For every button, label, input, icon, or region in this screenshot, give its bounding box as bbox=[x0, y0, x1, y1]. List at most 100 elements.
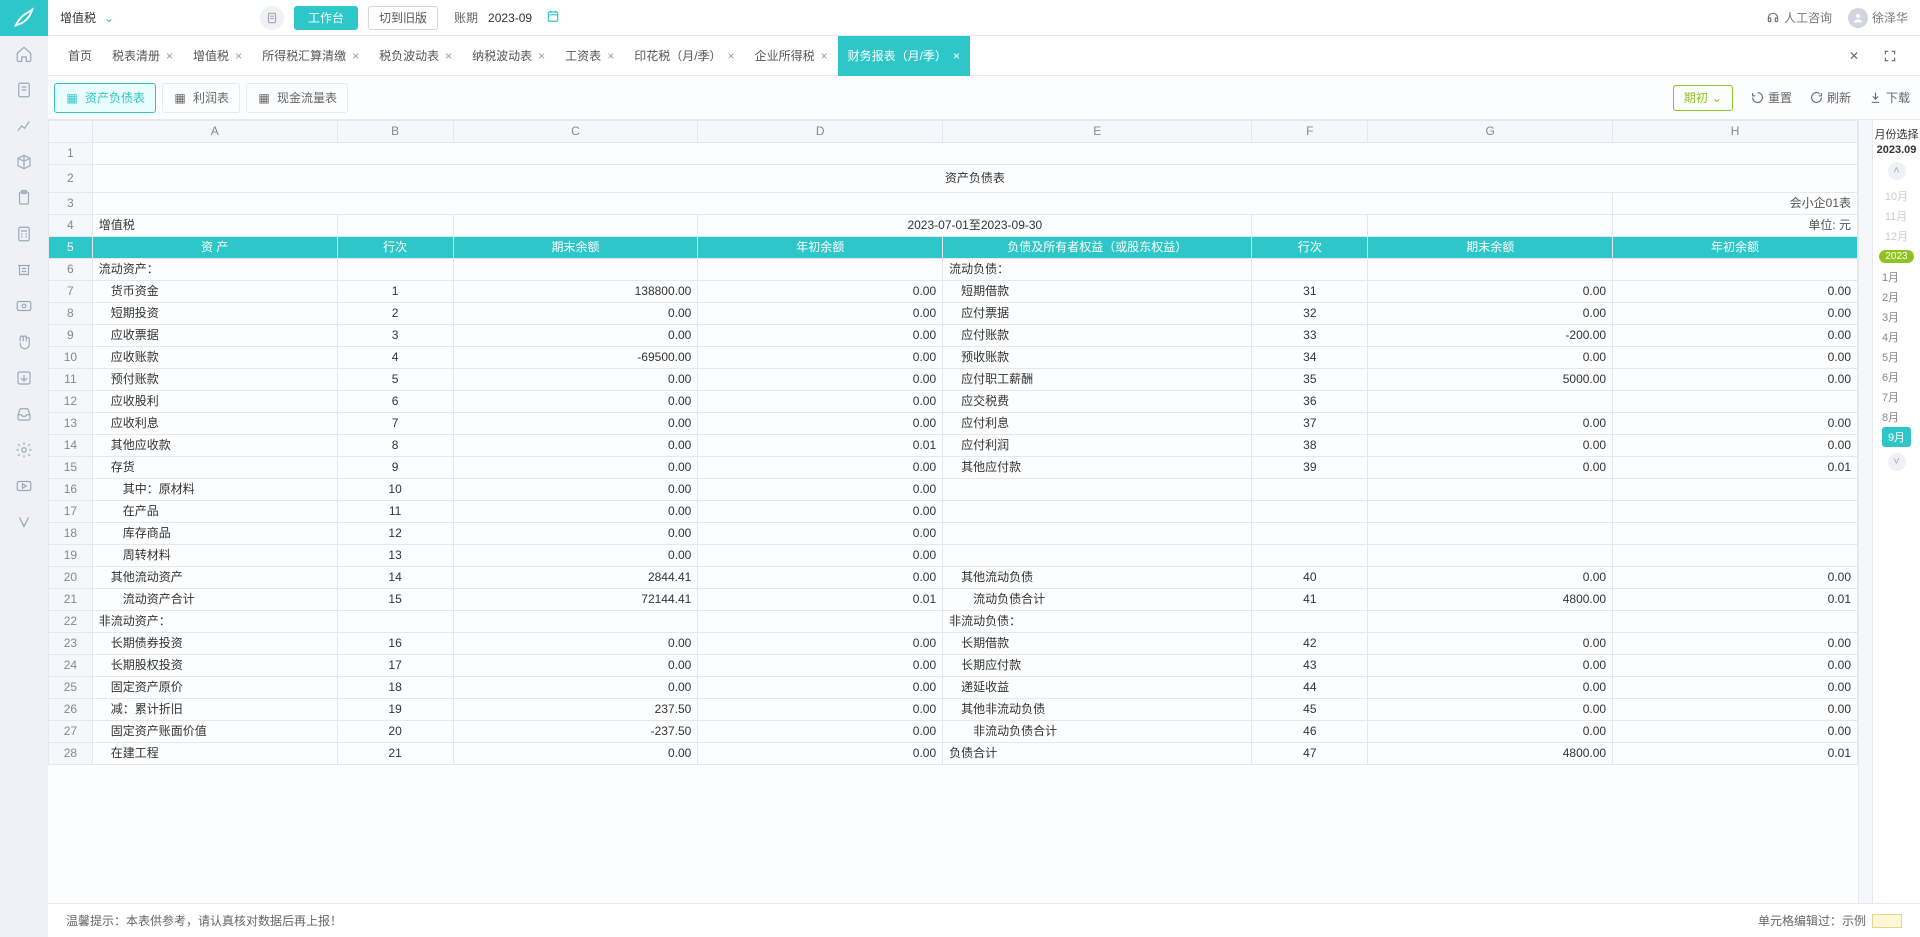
month-option[interactable]: 1月 bbox=[1882, 267, 1911, 287]
nav-money-icon[interactable] bbox=[0, 288, 48, 324]
cell[interactable]: 0.00 bbox=[1613, 413, 1858, 435]
month-down-button[interactable]: ˅ bbox=[1888, 453, 1906, 471]
cell[interactable]: 应交税费 bbox=[943, 391, 1252, 413]
cell[interactable] bbox=[943, 523, 1252, 545]
cell[interactable]: 5 bbox=[337, 369, 453, 391]
cell[interactable]: 44 bbox=[1252, 677, 1368, 699]
cell[interactable]: 0.00 bbox=[698, 545, 943, 567]
cell[interactable]: 20 bbox=[337, 721, 453, 743]
reset-button[interactable]: 重置 bbox=[1751, 89, 1792, 106]
tab-印花税（月/季）[interactable]: 印花税（月/季）× bbox=[624, 36, 744, 76]
row-header[interactable]: 6 bbox=[49, 259, 93, 281]
cell[interactable] bbox=[1252, 259, 1368, 281]
cell[interactable]: 短期借款 bbox=[943, 281, 1252, 303]
cell[interactable] bbox=[1368, 545, 1613, 567]
cell[interactable]: 37 bbox=[1252, 413, 1368, 435]
cell[interactable]: 237.50 bbox=[453, 699, 698, 721]
cell[interactable]: 0.00 bbox=[453, 655, 698, 677]
nav-clipboard-icon[interactable] bbox=[0, 180, 48, 216]
cell[interactable]: 0.00 bbox=[453, 369, 698, 391]
cell[interactable]: 10 bbox=[337, 479, 453, 501]
tab-财务报表（月/季）[interactable]: 财务报表（月/季）× bbox=[838, 36, 970, 76]
cell[interactable]: 非流动资产： bbox=[92, 611, 337, 633]
tab-所得税汇算清缴[interactable]: 所得税汇算清缴× bbox=[252, 36, 369, 76]
cell[interactable]: 3 bbox=[337, 325, 453, 347]
cell[interactable]: 应付账款 bbox=[943, 325, 1252, 347]
cell[interactable]: 0.00 bbox=[1613, 325, 1858, 347]
cell[interactable]: 非流动负债合计 bbox=[943, 721, 1252, 743]
row-header[interactable]: 9 bbox=[49, 325, 93, 347]
cell[interactable]: 流动资产： bbox=[92, 259, 337, 281]
cell[interactable] bbox=[1252, 611, 1368, 633]
cell[interactable]: 存货 bbox=[92, 457, 337, 479]
cell[interactable]: 0.00 bbox=[1368, 721, 1613, 743]
cell[interactable]: 38 bbox=[1252, 435, 1368, 457]
row-header[interactable]: 23 bbox=[49, 633, 93, 655]
row-header[interactable]: 18 bbox=[49, 523, 93, 545]
cell[interactable]: 0.00 bbox=[1613, 699, 1858, 721]
cell[interactable]: 72144.41 bbox=[453, 589, 698, 611]
cell[interactable]: 4800.00 bbox=[1368, 589, 1613, 611]
col-header[interactable]: G bbox=[1368, 121, 1613, 143]
cell[interactable]: 单位: 元 bbox=[1613, 215, 1858, 237]
cell[interactable]: 47 bbox=[1252, 743, 1368, 765]
col-header[interactable]: H bbox=[1613, 121, 1858, 143]
month-option[interactable]: 2月 bbox=[1882, 287, 1911, 307]
month-option[interactable]: 3月 bbox=[1882, 307, 1911, 327]
cell[interactable]: 0.01 bbox=[1613, 743, 1858, 765]
row-header[interactable]: 7 bbox=[49, 281, 93, 303]
nav-v-icon[interactable] bbox=[0, 504, 48, 540]
cell[interactable]: 34 bbox=[1252, 347, 1368, 369]
cell[interactable]: 0.00 bbox=[1613, 369, 1858, 391]
cell[interactable]: 应收利息 bbox=[92, 413, 337, 435]
row-header[interactable]: 13 bbox=[49, 413, 93, 435]
cell[interactable] bbox=[337, 611, 453, 633]
cell[interactable]: 4 bbox=[337, 347, 453, 369]
cell[interactable]: 流动负债： bbox=[943, 259, 1252, 281]
cell[interactable] bbox=[943, 501, 1252, 523]
cell[interactable]: 短期投资 bbox=[92, 303, 337, 325]
cell[interactable]: 36 bbox=[1252, 391, 1368, 413]
cell[interactable]: 长期股权投资 bbox=[92, 655, 337, 677]
cell[interactable]: 0.00 bbox=[1368, 655, 1613, 677]
col-header[interactable]: D bbox=[698, 121, 943, 143]
cell[interactable]: 应付票据 bbox=[943, 303, 1252, 325]
cell[interactable]: 46 bbox=[1252, 721, 1368, 743]
cell[interactable]: 0.00 bbox=[453, 457, 698, 479]
cell[interactable]: 资产负债表 bbox=[92, 165, 1857, 193]
tab-工资表[interactable]: 工资表× bbox=[555, 36, 624, 76]
cell[interactable]: 其他应收款 bbox=[92, 435, 337, 457]
close-all-button[interactable]: ✕ bbox=[1840, 42, 1868, 70]
row-header[interactable]: 25 bbox=[49, 677, 93, 699]
cell[interactable]: 1 bbox=[337, 281, 453, 303]
cell[interactable]: 其他流动负债 bbox=[943, 567, 1252, 589]
cell[interactable]: 0.00 bbox=[1368, 413, 1613, 435]
cell[interactable]: 应付职工薪酬 bbox=[943, 369, 1252, 391]
close-icon[interactable]: × bbox=[166, 49, 173, 63]
col-header[interactable]: E bbox=[943, 121, 1252, 143]
cell[interactable]: 0.00 bbox=[1613, 303, 1858, 325]
cell[interactable]: 138800.00 bbox=[453, 281, 698, 303]
close-icon[interactable]: × bbox=[728, 49, 735, 63]
month-option[interactable]: 11月 bbox=[1885, 206, 1908, 226]
cell[interactable]: 21 bbox=[337, 743, 453, 765]
cell[interactable]: 0.00 bbox=[698, 699, 943, 721]
cell[interactable]: 0.00 bbox=[1368, 435, 1613, 457]
tab-税表清册[interactable]: 税表清册× bbox=[102, 36, 183, 76]
cell[interactable]: 其中：原材料 bbox=[92, 479, 337, 501]
cell[interactable] bbox=[698, 611, 943, 633]
cell[interactable]: 非流动负债： bbox=[943, 611, 1252, 633]
row-header[interactable]: 27 bbox=[49, 721, 93, 743]
cell[interactable]: 长期应付款 bbox=[943, 655, 1252, 677]
cell[interactable]: 40 bbox=[1252, 567, 1368, 589]
nav-settings-icon[interactable] bbox=[0, 432, 48, 468]
month-option[interactable]: 10月 bbox=[1885, 186, 1908, 206]
cell[interactable] bbox=[943, 479, 1252, 501]
row-header[interactable]: 10 bbox=[49, 347, 93, 369]
cell[interactable]: 0.00 bbox=[1613, 435, 1858, 457]
cell[interactable]: 负债合计 bbox=[943, 743, 1252, 765]
month-up-button[interactable]: ˄ bbox=[1888, 162, 1906, 180]
cell[interactable]: 应付利息 bbox=[943, 413, 1252, 435]
cell[interactable]: 2 bbox=[337, 303, 453, 325]
cell[interactable] bbox=[1368, 391, 1613, 413]
